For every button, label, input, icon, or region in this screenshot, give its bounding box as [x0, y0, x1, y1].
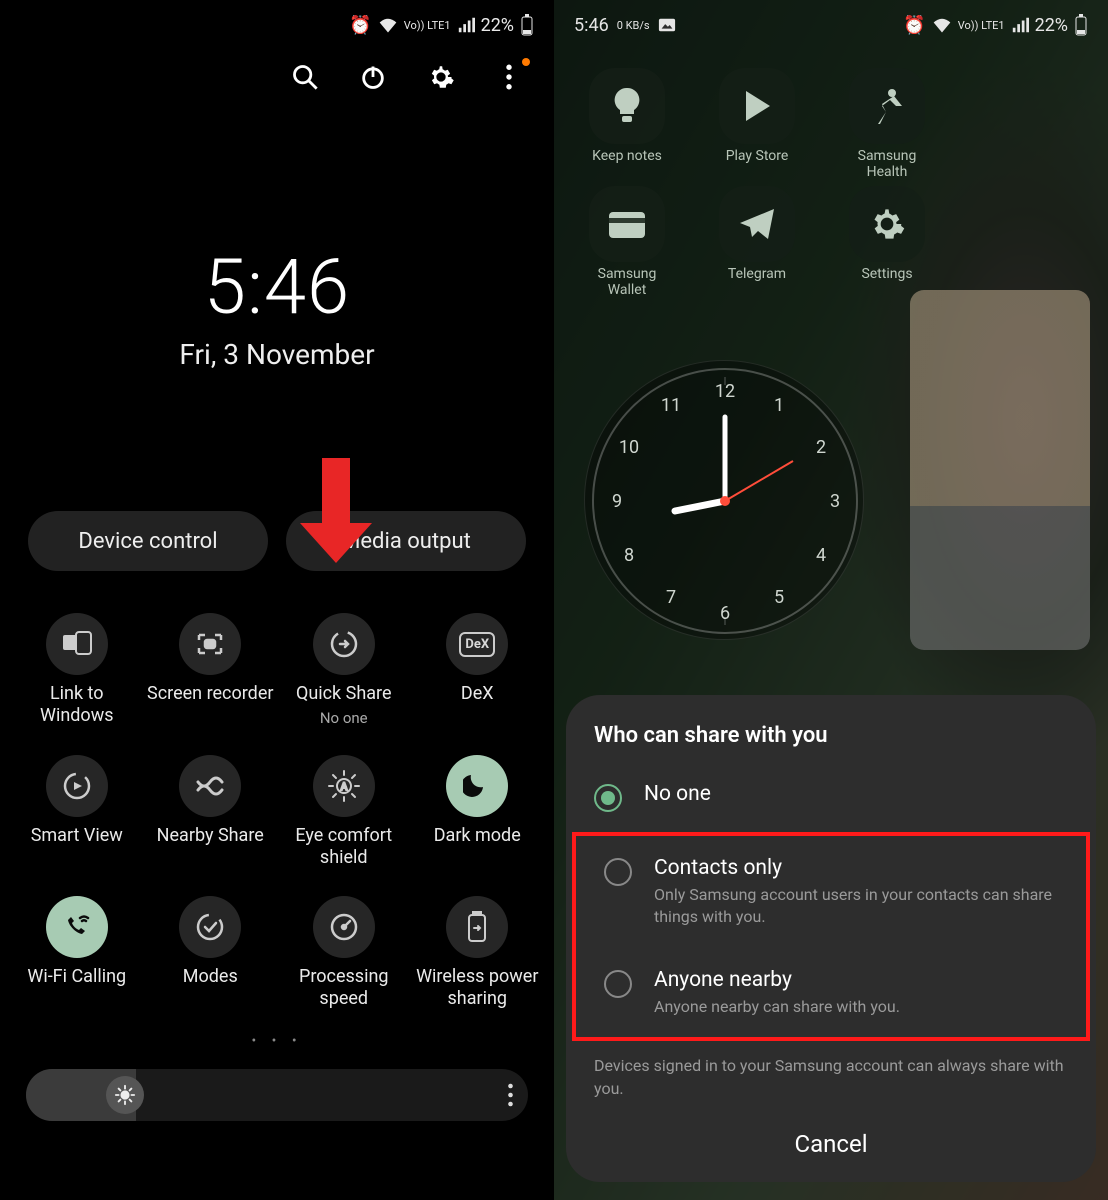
tile-nearby-share[interactable]: Nearby Share [144, 747, 278, 888]
app-samsung-wallet[interactable]: Samsung Wallet [572, 186, 682, 298]
search-icon[interactable] [290, 62, 320, 92]
notification-dot [522, 58, 530, 66]
battery-percent: 22% [1035, 15, 1068, 36]
tile-dark-mode[interactable]: Dark mode [411, 747, 545, 888]
alarm-icon: ⏰ [903, 15, 925, 36]
more-icon[interactable] [494, 62, 524, 92]
tile-smart-view[interactable]: Smart View [10, 747, 144, 888]
power-icon[interactable] [358, 62, 388, 92]
clock-widget: 5:46 Fri, 3 November [0, 242, 554, 371]
svg-text:5: 5 [774, 587, 784, 608]
sheet-title: Who can share with you [566, 723, 1096, 762]
battery-icon [1074, 14, 1088, 36]
sheet-footnote: Devices signed in to your Samsung accoun… [566, 1041, 1096, 1100]
tile-processing-speed[interactable]: Processing speed [277, 888, 411, 1029]
status-speed: 0 KB/s [617, 19, 650, 32]
clock-time: 5:46 [0, 242, 554, 332]
clock-date: Fri, 3 November [0, 338, 554, 371]
media-output-button[interactable]: Media output [286, 511, 526, 571]
svg-text:8: 8 [624, 545, 634, 566]
svg-text:3: 3 [830, 491, 840, 512]
home-apps: Keep notes Play Store Samsung Health Sam… [554, 50, 1108, 298]
sun-icon [114, 1084, 136, 1106]
tile-eye-comfort[interactable]: A Eye comfort shield [277, 747, 411, 888]
tile-dex[interactable]: DeX DeX [411, 605, 545, 747]
settings-icon[interactable] [426, 62, 456, 92]
status-bar: ⏰ Vo)) LTE1 22% [0, 0, 554, 50]
quick-tiles: Link to Windows Screen recorder Quick Sh… [0, 605, 554, 1029]
wifi-icon [932, 17, 952, 33]
cancel-button[interactable]: Cancel [566, 1100, 1096, 1158]
brightness-more-icon[interactable] [507, 1083, 514, 1107]
battery-percent: 22% [481, 15, 514, 36]
play-icon [740, 87, 774, 125]
tile-modes[interactable]: Modes [144, 888, 278, 1029]
wifi-call-icon [62, 912, 92, 942]
radio-unselected-icon [604, 858, 632, 886]
option-anyone-nearby[interactable]: Anyone nearby Anyone nearby can share wi… [576, 948, 1086, 1038]
svg-text:9: 9 [612, 491, 622, 512]
dex-icon: DeX [459, 632, 495, 657]
smart-view-icon [61, 770, 93, 802]
page-indicator: • • • [0, 1033, 554, 1049]
wallpaper-cars [910, 290, 1090, 650]
brightness-knob[interactable] [106, 1076, 144, 1114]
battery-icon [520, 14, 534, 36]
send-icon [738, 207, 776, 241]
tile-quick-share[interactable]: Quick Share No one [277, 605, 411, 747]
svg-text:10: 10 [619, 437, 639, 458]
app-telegram[interactable]: Telegram [702, 186, 812, 298]
screen-rec-icon [195, 631, 225, 657]
runner-icon [870, 86, 904, 126]
nearby-icon [194, 776, 226, 796]
app-samsung-health[interactable]: Samsung Health [832, 68, 942, 180]
tile-screen-recorder[interactable]: Screen recorder [144, 605, 278, 747]
eye-comfort-icon: A [327, 769, 361, 803]
moon-icon [463, 772, 491, 800]
svg-text:4: 4 [816, 545, 826, 566]
modes-icon [194, 911, 226, 943]
network-label: Vo)) LTE1 [958, 20, 1005, 31]
home-with-share-dialog: 5:46 0 KB/s ⏰ Vo)) LTE1 22% Keep notes P… [554, 0, 1108, 1200]
quick-share-sheet: Who can share with you No one Contacts o… [566, 695, 1096, 1182]
tile-link-to-windows[interactable]: Link to Windows [10, 605, 144, 747]
app-settings[interactable]: Settings [832, 186, 942, 298]
option-no-one[interactable]: No one [566, 762, 1096, 832]
annotation-highlight: Contacts only Only Samsung account users… [572, 832, 1090, 1041]
link-windows-icon [62, 631, 92, 657]
tile-wifi-calling[interactable]: Wi-Fi Calling [10, 888, 144, 1029]
app-play-store[interactable]: Play Store [702, 68, 812, 180]
option-contacts-only[interactable]: Contacts only Only Samsung account users… [576, 836, 1086, 947]
status-time: 5:46 [574, 15, 609, 36]
quick-settings-panel: ⏰ Vo)) LTE1 22% 5:46 [0, 0, 554, 1200]
signal-icon [1011, 17, 1029, 33]
panel-actions [0, 50, 554, 92]
alarm-icon: ⏰ [349, 15, 371, 36]
quick-share-icon [328, 628, 360, 660]
speed-icon [328, 911, 360, 943]
wifi-icon [378, 17, 398, 33]
wallet-icon [607, 208, 647, 240]
radio-selected-icon [594, 784, 622, 812]
svg-text:2: 2 [816, 437, 826, 458]
radio-unselected-icon [604, 970, 632, 998]
power-share-icon [466, 911, 488, 943]
signal-icon [457, 17, 475, 33]
svg-text:7: 7 [666, 587, 676, 608]
device-control-button[interactable]: Device control [28, 511, 268, 571]
svg-text:A: A [340, 782, 347, 793]
network-label: Vo)) LTE1 [404, 20, 451, 31]
bulb-icon [610, 86, 644, 126]
gear-icon [868, 205, 906, 243]
svg-text:11: 11 [661, 395, 681, 416]
tile-wireless-power-share[interactable]: Wireless power sharing [411, 888, 545, 1029]
brightness-slider[interactable] [26, 1069, 528, 1121]
app-keep-notes[interactable]: Keep notes [572, 68, 682, 180]
svg-text:1: 1 [774, 395, 784, 416]
screenshot-icon [658, 17, 676, 33]
status-bar: 5:46 0 KB/s ⏰ Vo)) LTE1 22% [554, 0, 1108, 50]
analog-clock-widget[interactable]: 123 69 12 45 78 1011 [584, 360, 864, 640]
